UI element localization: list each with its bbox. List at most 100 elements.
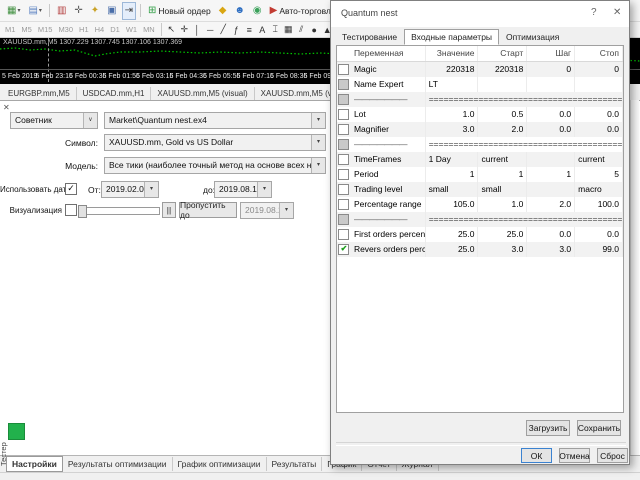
param-row[interactable]: Lot 1.0 0.5 0.0 0.0 bbox=[337, 107, 623, 122]
param-step[interactable]: 0.0 bbox=[527, 227, 576, 242]
param-step[interactable]: 0.0 bbox=[527, 107, 576, 122]
param-row[interactable]: Percentage range 105.0 1.0 2.0 100.0 bbox=[337, 197, 623, 212]
param-row[interactable]: ——————— =================================… bbox=[337, 212, 623, 227]
from-date-field[interactable]: 2019.02.01 ▾ bbox=[101, 181, 159, 198]
model-combo[interactable]: Все тики (наиболее точный метод на основ… bbox=[104, 157, 326, 174]
param-stop[interactable]: 0.0 bbox=[575, 227, 623, 242]
tester-vertical-tab[interactable]: Тестер bbox=[0, 436, 10, 472]
tester-close-icon[interactable]: ✕ bbox=[3, 103, 10, 112]
param-checkbox[interactable] bbox=[338, 229, 350, 240]
expert-selector[interactable]: Советник ∨ bbox=[10, 112, 98, 129]
param-checkbox[interactable] bbox=[338, 184, 350, 195]
fibonacci-icon[interactable]: ƒ bbox=[230, 25, 243, 35]
param-value[interactable]: 105.0 bbox=[426, 197, 479, 212]
chart-tab[interactable]: XAUUSD.mm,M5 (visual) bbox=[151, 87, 255, 100]
chevron-down-icon[interactable]: ▾ bbox=[311, 113, 325, 128]
ok-button[interactable]: ОК bbox=[521, 448, 552, 463]
bar-chart-button[interactable]: ▥ bbox=[54, 2, 69, 20]
scrollbar[interactable] bbox=[630, 100, 639, 455]
close-icon[interactable]: ✕ bbox=[613, 7, 621, 18]
data-window-button[interactable]: ▣ bbox=[104, 2, 119, 20]
param-row[interactable]: Magnifier 3.0 2.0 0.0 0.0 bbox=[337, 122, 623, 137]
tester-tab-item[interactable]: Результаты оптимизации bbox=[63, 457, 173, 471]
param-stop[interactable]: 0.0 bbox=[575, 107, 623, 122]
symbol-combo[interactable]: XAUUSD.mm, Gold vs US Dollar ▾ bbox=[104, 134, 326, 151]
indicators-button[interactable]: ◆ bbox=[216, 2, 230, 20]
param-value[interactable]: 1 bbox=[426, 167, 479, 182]
param-stop[interactable]: 99.0 bbox=[575, 242, 623, 257]
param-start[interactable]: current bbox=[478, 152, 528, 167]
chevron-down-icon[interactable]: ▾ bbox=[311, 135, 325, 150]
hatch-icon[interactable]: ⫽ bbox=[295, 24, 308, 35]
dialog-tab[interactable]: Входные параметры bbox=[404, 29, 500, 45]
timeframe-w1-button[interactable]: W1 bbox=[124, 24, 139, 35]
skip-to-date-field[interactable]: 2019.08.21 ▾ bbox=[240, 202, 294, 219]
param-row[interactable]: ——————— =================================… bbox=[337, 137, 623, 152]
use-date-checkbox[interactable]: ✓ bbox=[65, 183, 77, 195]
param-start[interactable]: 1 bbox=[478, 167, 528, 182]
chart-profiles-button[interactable]: ▤ ▾ bbox=[25, 2, 44, 20]
param-checkbox[interactable] bbox=[338, 64, 350, 75]
expert-path-combo[interactable]: Market\Quantum nest.ex4 ▾ bbox=[104, 112, 326, 129]
timeframe-m5-button[interactable]: M5 bbox=[19, 24, 33, 35]
chart-shift-button[interactable]: ⇥ bbox=[121, 1, 137, 20]
ellipse-icon[interactable]: ● bbox=[308, 25, 321, 35]
to-date-field[interactable]: 2019.08.17 ▾ bbox=[214, 181, 272, 198]
tester-tab-item[interactable]: Результаты bbox=[267, 457, 323, 471]
chart-tab[interactable]: USDCAD.mm,H1 bbox=[77, 87, 152, 100]
timeframe-mn-button[interactable]: MN bbox=[141, 24, 157, 35]
param-stop[interactable]: 0 bbox=[575, 62, 623, 77]
param-start[interactable]: 25.0 bbox=[478, 227, 528, 242]
param-step[interactable] bbox=[527, 77, 576, 92]
crosshair-icon[interactable]: ✛ bbox=[178, 24, 191, 35]
param-checkbox[interactable] bbox=[338, 169, 350, 180]
auto-trading-button[interactable]: ▶ Авто-торговля bbox=[267, 2, 339, 20]
param-value[interactable]: 3.0 bbox=[426, 122, 479, 137]
param-step[interactable] bbox=[527, 182, 576, 197]
param-checkbox[interactable]: ✔ bbox=[338, 244, 350, 255]
new-order-button[interactable]: ⊞ Новый ордер bbox=[145, 2, 214, 20]
param-step[interactable]: 3.0 bbox=[527, 242, 576, 257]
param-row[interactable]: Period 1 1 1 5 bbox=[337, 167, 623, 182]
param-step[interactable]: 1 bbox=[527, 167, 576, 182]
param-start[interactable]: 0.5 bbox=[478, 107, 528, 122]
param-step[interactable]: 0 bbox=[527, 62, 576, 77]
param-value[interactable]: 1.0 bbox=[426, 107, 479, 122]
visualization-speed-slider[interactable] bbox=[78, 205, 160, 218]
load-button[interactable]: Загрузить bbox=[526, 420, 570, 436]
param-stop[interactable]: 5 bbox=[575, 167, 623, 182]
timeframe-d1-button[interactable]: D1 bbox=[108, 24, 122, 35]
param-checkbox[interactable] bbox=[338, 79, 350, 90]
param-stop[interactable]: 0.0 bbox=[575, 122, 623, 137]
dialog-tab[interactable]: Тестирование bbox=[335, 29, 404, 45]
param-stop[interactable]: current bbox=[575, 152, 623, 167]
timeframe-m15-button[interactable]: M15 bbox=[36, 24, 55, 35]
param-row[interactable]: Magic 220318 220318 0 0 bbox=[337, 62, 623, 77]
tester-tab-active[interactable]: Настройки bbox=[6, 456, 63, 472]
param-start[interactable]: 3.0 bbox=[478, 242, 528, 257]
param-value[interactable]: 25.0 bbox=[426, 227, 479, 242]
vertical-line-icon[interactable]: │ bbox=[191, 25, 204, 35]
crosshair-mode-button[interactable]: ✛ bbox=[71, 2, 85, 20]
param-step[interactable] bbox=[527, 152, 576, 167]
param-value[interactable]: small bbox=[426, 182, 479, 197]
param-start[interactable]: 220318 bbox=[478, 62, 528, 77]
calendar-dropdown-icon[interactable]: ▾ bbox=[144, 182, 158, 197]
timeframe-m1-button[interactable]: M1 bbox=[3, 24, 17, 35]
chevron-down-icon[interactable]: ▾ bbox=[311, 158, 325, 173]
reset-button[interactable]: Сброс bbox=[597, 448, 628, 463]
help-icon[interactable]: ? bbox=[591, 7, 597, 18]
cancel-button[interactable]: Отмена bbox=[559, 448, 590, 463]
news-button[interactable]: ◉ bbox=[250, 2, 265, 20]
param-checkbox[interactable] bbox=[338, 139, 350, 150]
timeframe-m30-button[interactable]: M30 bbox=[56, 24, 75, 35]
param-row[interactable]: Name Expert LT bbox=[337, 77, 623, 92]
horizontal-line-icon[interactable]: ─ bbox=[204, 25, 217, 35]
trendline-icon[interactable]: ╱ bbox=[217, 24, 230, 35]
param-row[interactable]: ——————— =================================… bbox=[337, 92, 623, 107]
param-value[interactable]: 25.0 bbox=[426, 242, 479, 257]
param-start[interactable]: 2.0 bbox=[478, 122, 528, 137]
skip-to-button[interactable]: Пропустить до bbox=[179, 200, 237, 220]
channel-icon[interactable]: ≡ bbox=[243, 25, 256, 35]
cursor-icon[interactable]: ↖ bbox=[165, 24, 178, 35]
